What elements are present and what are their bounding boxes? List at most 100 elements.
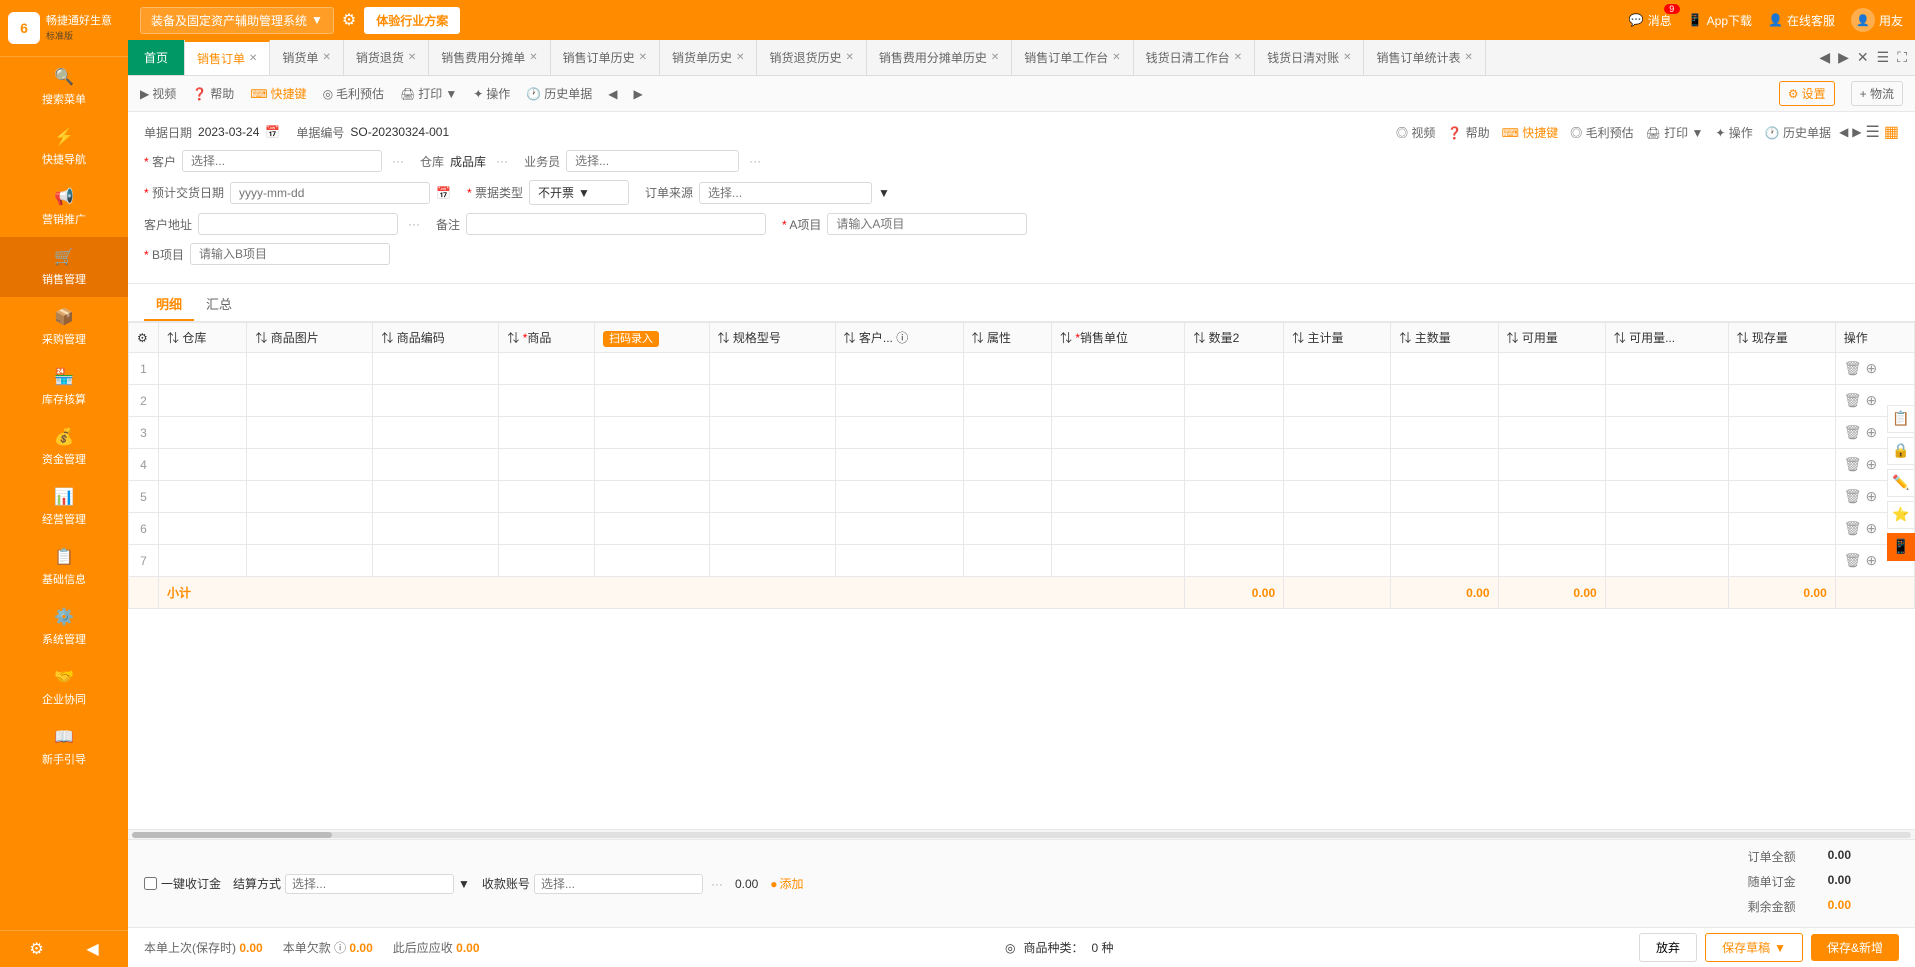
row-1-attr[interactable] — [963, 353, 1051, 385]
row-5-main-qty[interactable] — [1391, 481, 1498, 513]
grid-view-icon[interactable]: ▦ — [1884, 122, 1899, 142]
copy-icon-3[interactable]: ⊕ — [1866, 424, 1878, 441]
tab-close-icon-11[interactable]: ✕ — [1343, 40, 1351, 76]
row-7-attr[interactable] — [963, 545, 1051, 577]
row-5-stock[interactable] — [1728, 481, 1835, 513]
delete-icon-3[interactable]: 🗑 — [1844, 424, 1862, 441]
tab-close-icon-9[interactable]: ✕ — [1112, 40, 1120, 76]
tab-sales-invoice[interactable]: 销货单 ✕ — [270, 40, 343, 76]
row-1-available2[interactable] — [1605, 353, 1728, 385]
sidebar-item-system[interactable]: ⚙️ 系统管理 — [0, 597, 128, 657]
copy-icon-7[interactable]: ⊕ — [1866, 552, 1878, 569]
app-download-link[interactable]: 📱 App下载 — [1688, 12, 1752, 29]
row-6-product[interactable] — [499, 513, 595, 545]
online-service-link[interactable]: 👤 在线客服 — [1768, 12, 1835, 29]
print-form-icon[interactable]: 🖨 打印 ▼ — [1646, 124, 1704, 141]
tab-sales-stats[interactable]: 销售订单统计表 ✕ — [1364, 40, 1485, 76]
row-1-main-unit[interactable] — [1284, 353, 1391, 385]
tab-order-history[interactable]: 销售订单历史 ✕ — [551, 40, 660, 76]
tab-close-icon-12[interactable]: ✕ — [1465, 40, 1473, 76]
copy-icon-5[interactable]: ⊕ — [1866, 488, 1878, 505]
sidebar-item-purchase[interactable]: 📦 采购管理 — [0, 297, 128, 357]
delivery-calendar-icon[interactable]: 📅 — [436, 186, 451, 200]
row-2-unit[interactable] — [1052, 385, 1185, 417]
help-form-icon[interactable]: ❓ 帮助 — [1447, 124, 1489, 141]
row-2-available2[interactable] — [1605, 385, 1728, 417]
tabs-prev-icon[interactable]: ◀ — [1815, 47, 1834, 68]
row-5-unit[interactable] — [1052, 481, 1185, 513]
horizontal-scrollbar[interactable] — [128, 829, 1915, 839]
tab-home[interactable]: 首页 — [128, 40, 185, 76]
row-3-sku[interactable] — [373, 417, 499, 449]
row-6-image[interactable] — [247, 513, 373, 545]
tab-close-icon-7[interactable]: ✕ — [845, 40, 853, 76]
row-6-stock[interactable] — [1728, 513, 1835, 545]
account-input[interactable] — [534, 874, 703, 894]
save-draft-button[interactable]: 保存草稿 ▼ — [1705, 933, 1803, 962]
row-2-product[interactable] — [499, 385, 595, 417]
row-7-warehouse[interactable] — [159, 545, 247, 577]
row-2-available1[interactable] — [1498, 385, 1605, 417]
row-4-unit[interactable] — [1052, 449, 1185, 481]
row-4-spec[interactable] — [709, 449, 835, 481]
row-4-warehouse[interactable] — [159, 449, 247, 481]
row-4-available1[interactable] — [1498, 449, 1605, 481]
tab-sales-return[interactable]: 销货退货 ✕ — [344, 40, 429, 76]
row-3-main-unit[interactable] — [1284, 417, 1391, 449]
view-icon[interactable]: ◎ 视频 — [1396, 124, 1435, 141]
delete-icon-4[interactable]: 🗑 — [1844, 456, 1862, 473]
row-1-product[interactable] — [499, 353, 595, 385]
salesperson-dots[interactable]: ··· — [749, 154, 761, 168]
tab-invoice-history[interactable]: 销货单历史 ✕ — [660, 40, 757, 76]
row-7-main-unit[interactable] — [1284, 545, 1391, 577]
row-7-customer-code[interactable] — [835, 545, 963, 577]
add-button[interactable]: ● 添加 — [770, 875, 803, 892]
sidebar-item-search[interactable]: 🔍 搜索菜单 — [0, 57, 128, 117]
row-2-sku[interactable] — [373, 385, 499, 417]
row-6-spec[interactable] — [709, 513, 835, 545]
row-1-customer-code[interactable] — [835, 353, 963, 385]
discard-button[interactable]: 放弃 — [1639, 933, 1697, 962]
row-2-warehouse[interactable] — [159, 385, 247, 417]
right-panel-btn-5[interactable]: 📱 — [1887, 533, 1915, 561]
row-7-image[interactable] — [247, 545, 373, 577]
row-2-image[interactable] — [247, 385, 373, 417]
row-2-customer-code[interactable] — [835, 385, 963, 417]
row-2-main-qty[interactable] — [1391, 385, 1498, 417]
tabs-close-icon[interactable]: ✕ — [1853, 47, 1873, 68]
account-dots[interactable]: ··· — [711, 877, 723, 891]
row-3-image[interactable] — [247, 417, 373, 449]
tabs-expand-icon[interactable]: ⛶ — [1893, 47, 1911, 68]
tab-expense-split[interactable]: 销售费用分摊单 ✕ — [429, 40, 550, 76]
customer-input[interactable] — [182, 150, 382, 172]
tab-cash-workbench[interactable]: 钱货日清工作台 ✕ — [1134, 40, 1255, 76]
row-3-product[interactable] — [499, 417, 595, 449]
row-3-qty2[interactable] — [1185, 417, 1284, 449]
row-6-customer-code[interactable] — [835, 513, 963, 545]
customer-dots[interactable]: ··· — [392, 154, 404, 168]
row-4-available2[interactable] — [1605, 449, 1728, 481]
scan-button[interactable]: 扫码录入 — [603, 331, 659, 347]
right-panel-btn-3[interactable]: ✏️ — [1887, 469, 1915, 497]
row-5-attr[interactable] — [963, 481, 1051, 513]
row-3-main-qty[interactable] — [1391, 417, 1498, 449]
sidebar-item-corp[interactable]: 🤝 企业协同 — [0, 657, 128, 717]
row-1-image[interactable] — [247, 353, 373, 385]
view-video-btn[interactable]: ▶ 视频 — [140, 85, 176, 102]
row-2-qty2[interactable] — [1185, 385, 1284, 417]
payment-method-input[interactable] — [285, 874, 454, 894]
sidebar-item-marketing[interactable]: 📢 营销推广 — [0, 177, 128, 237]
copy-icon-1[interactable]: ⊕ — [1866, 360, 1878, 377]
row-4-qty2[interactable] — [1185, 449, 1284, 481]
tab-summary[interactable]: 汇总 — [194, 288, 244, 321]
tab-cash-reconcile[interactable]: 钱货日清对账 ✕ — [1255, 40, 1364, 76]
tab-close-icon-6[interactable]: ✕ — [736, 40, 744, 76]
row-1-main-qty[interactable] — [1391, 353, 1498, 385]
row-5-product[interactable] — [499, 481, 595, 513]
scroll-thumb[interactable] — [132, 832, 332, 838]
sidebar-collapse-icon[interactable]: ◀ — [86, 939, 98, 959]
row-4-main-unit[interactable] — [1284, 449, 1391, 481]
row-3-available2[interactable] — [1605, 417, 1728, 449]
save-new-button[interactable]: 保存&新增 — [1811, 934, 1899, 961]
row-5-warehouse[interactable] — [159, 481, 247, 513]
